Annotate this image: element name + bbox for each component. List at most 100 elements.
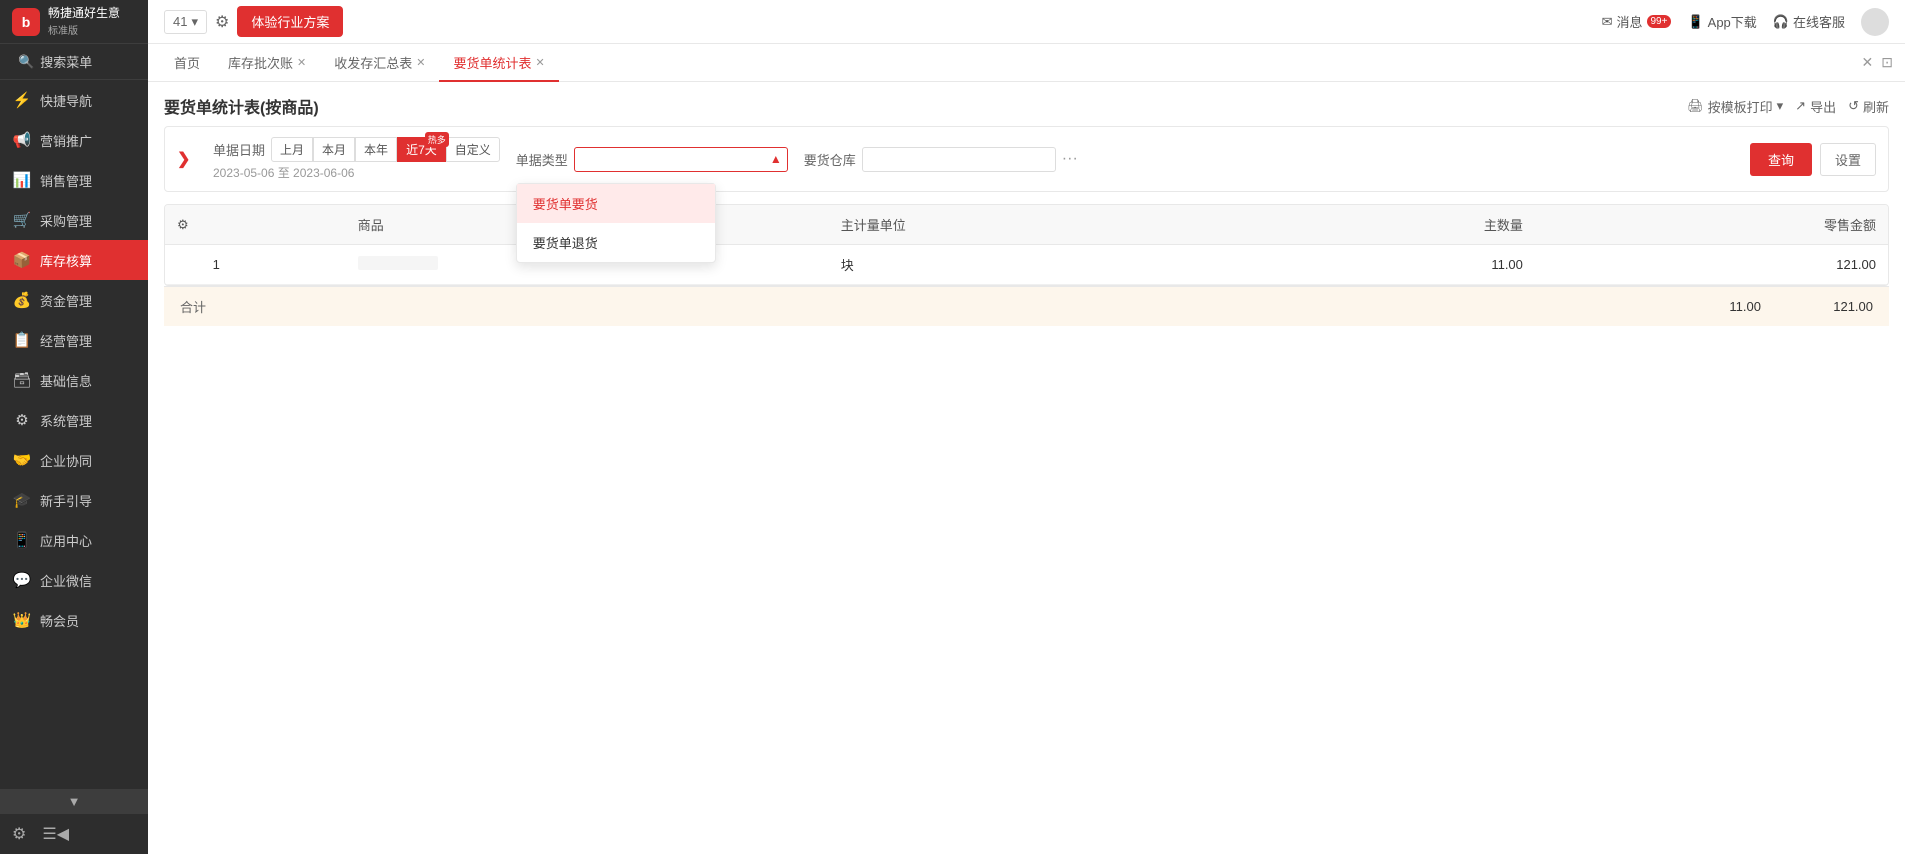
marketing-icon: 📢 <box>12 130 32 150</box>
sidebar-nav: ⚡ 快捷导航 📢 营销推广 📊 销售管理 🛒 采购管理 📦 库存核算 💰 资金管… <box>0 80 148 789</box>
table-footer: 合计 11.00 121.00 <box>164 286 1889 326</box>
collab-icon: 🤝 <box>12 450 32 470</box>
export-action[interactable]: ↗ 导出 <box>1795 97 1836 116</box>
wechat-icon: 💬 <box>12 570 32 590</box>
sidebar-item-label: 资金管理 <box>40 291 92 310</box>
app-icon: 📱 <box>12 530 32 550</box>
col-unit: 主计量单位 <box>829 205 1242 245</box>
sidebar-item-label: 企业协同 <box>40 451 92 470</box>
sidebar-item-label: 应用中心 <box>40 531 92 550</box>
dropdown-item-request-goods[interactable]: 要货单要货 <box>517 184 715 223</box>
tab-receive-summary[interactable]: 收发存汇总表✕ <box>320 45 439 82</box>
col-quantity: 主数量 <box>1242 205 1535 245</box>
sidebar-item-purchase[interactable]: 🛒 采购管理 <box>0 200 148 240</box>
warehouse-more-icon[interactable]: ··· <box>1062 150 1078 168</box>
print-action[interactable]: 🖨 按模板打印 ▾ <box>1687 97 1783 116</box>
message-icon: ✉ <box>1602 14 1613 30</box>
user-avatar[interactable] <box>1861 8 1889 36</box>
sidebar-item-guide[interactable]: 🎓 新手引导 <box>0 480 148 520</box>
member-icon: 👑 <box>12 610 32 630</box>
message-badge: 99+ <box>1647 15 1672 28</box>
system-icon: ⚙ <box>12 410 32 430</box>
cell-settings <box>165 245 201 285</box>
date-btn-custom[interactable]: 自定义 <box>446 137 500 162</box>
query-button[interactable]: 查询 <box>1750 143 1812 176</box>
tab-close-receive-summary[interactable]: ✕ <box>416 56 425 69</box>
page-content: 要货单统计表(按商品) 🖨 按模板打印 ▾ ↗ 导出 ↺ 刷新 ❯ <box>148 82 1905 854</box>
topbar-right: ✉ 消息 99+ 📱 App下载 🎧 在线客服 <box>1602 8 1889 36</box>
dropdown-arrow-icon: ▾ <box>191 14 198 30</box>
sidebar-item-marketing[interactable]: 📢 营销推广 <box>0 120 148 160</box>
export-label: 导出 <box>1810 97 1836 116</box>
sidebar-item-member[interactable]: 👑 畅会员 <box>0 600 148 640</box>
message-group[interactable]: ✉ 消息 99+ <box>1602 12 1672 31</box>
dropdown-item-request-return[interactable]: 要货单退货 <box>517 223 715 262</box>
filter-bar: ❯ 单据日期 上月 本月 本年 近7天热多 自定义 2023-05-06 至 2… <box>164 126 1889 192</box>
purchase-icon: 🛒 <box>12 210 32 230</box>
col-settings[interactable]: ⚙ <box>165 205 201 245</box>
tab-close-request-summary[interactable]: ✕ <box>536 56 545 69</box>
date-btn-this-year[interactable]: 本年 <box>355 137 397 162</box>
date-label: 单据日期 <box>213 140 265 159</box>
sidebar-item-system[interactable]: ⚙ 系统管理 <box>0 400 148 440</box>
warehouse-input[interactable] <box>862 147 1056 172</box>
quick-nav-icon: ⚡ <box>12 90 32 110</box>
date-btn-last-7days[interactable]: 近7天热多 <box>397 137 446 162</box>
sidebar-item-app[interactable]: 📱 应用中心 <box>0 520 148 560</box>
sidebar-item-quick-nav[interactable]: ⚡ 快捷导航 <box>0 80 148 120</box>
sidebar-item-label: 系统管理 <box>40 411 92 430</box>
table-row: 1 块 11.00 121.00 <box>165 245 1888 285</box>
tab-inventory-batch[interactable]: 库存批次账✕ <box>214 45 320 82</box>
tab-home[interactable]: 首页 <box>160 45 214 82</box>
date-filter-group: 单据日期 上月 本月 本年 近7天热多 自定义 2023-05-06 至 202… <box>213 137 500 181</box>
sidebar-item-base[interactable]: 🗃 基础信息 <box>0 360 148 400</box>
sidebar-item-inventory[interactable]: 📦 库存核算 <box>0 240 148 280</box>
col-row-num <box>201 205 346 245</box>
refresh-icon: ↺ <box>1848 98 1859 114</box>
sidebar-item-wechat[interactable]: 💬 企业微信 <box>0 560 148 600</box>
refresh-label: 刷新 <box>1863 97 1889 116</box>
print-icon: 🖨 <box>1687 98 1704 114</box>
type-label: 单据类型 <box>516 150 568 169</box>
tab-request-summary[interactable]: 要货单统计表✕ <box>439 45 558 82</box>
cell-unit: 块 <box>829 245 1242 285</box>
company-selector[interactable]: 41 ▾ <box>164 10 207 34</box>
search-icon: 🔍 <box>18 54 34 70</box>
service-icon: 🎧 <box>1773 14 1789 30</box>
base-icon: 🗃 <box>12 370 32 390</box>
refresh-action[interactable]: ↺ 刷新 <box>1848 97 1889 116</box>
date-buttons: 上月 本月 本年 近7天热多 自定义 <box>271 137 500 162</box>
date-btn-this-month[interactable]: 本月 <box>313 137 355 162</box>
filter-expand-button[interactable]: ❯ <box>177 149 197 169</box>
sidebar-item-collab[interactable]: 🤝 企业协同 <box>0 440 148 480</box>
window-close-icon[interactable]: ✕ <box>1862 54 1874 71</box>
sidebar-item-label: 营销推广 <box>40 131 92 150</box>
footer-label: 合计 <box>180 297 206 316</box>
topbar: 41 ▾ ⚙ 体验行业方案 ✉ 消息 99+ 📱 App下载 🎧 在线客服 <box>148 0 1905 44</box>
trial-button[interactable]: 体验行业方案 <box>237 6 343 37</box>
app-download-group[interactable]: 📱 App下载 <box>1687 12 1756 31</box>
cell-row-num: 1 <box>201 245 346 285</box>
window-expand-icon[interactable]: ⊡ <box>1881 54 1893 71</box>
col-amount: 零售金额 <box>1535 205 1888 245</box>
sidebar-item-sales[interactable]: 📊 销售管理 <box>0 160 148 200</box>
inventory-icon: 📦 <box>12 250 32 270</box>
print-arrow-icon: ▾ <box>1777 98 1784 114</box>
settings-icon[interactable]: ⚙ <box>12 824 26 844</box>
tab-close-inventory-batch[interactable]: ✕ <box>297 56 306 69</box>
sidebar-item-operation[interactable]: 📋 经营管理 <box>0 320 148 360</box>
sidebar-scroll-down[interactable]: ▼ <box>0 789 148 813</box>
date-btn-last-month[interactable]: 上月 <box>271 137 313 162</box>
data-table-wrapper: ⚙ 商品 主计量单位 主数量 零售金额 1 块 11.00 <box>164 204 1889 286</box>
app-download-label: App下载 <box>1708 12 1757 31</box>
page-header: 要货单统计表(按商品) 🖨 按模板打印 ▾ ↗ 导出 ↺ 刷新 <box>148 82 1905 126</box>
type-select-input[interactable] <box>574 147 788 172</box>
sidebar-item-label: 基础信息 <box>40 371 92 390</box>
sidebar-item-finance[interactable]: 💰 资金管理 <box>0 280 148 320</box>
menu-toggle-icon[interactable]: ☰◀ <box>42 824 69 844</box>
sidebar-search[interactable]: 🔍 搜索菜单 <box>0 44 148 80</box>
sidebar-item-label: 库存核算 <box>40 251 92 270</box>
settings-button[interactable]: 设置 <box>1820 143 1876 176</box>
topbar-settings-icon[interactable]: ⚙ <box>215 12 229 32</box>
service-group[interactable]: 🎧 在线客服 <box>1773 12 1845 31</box>
